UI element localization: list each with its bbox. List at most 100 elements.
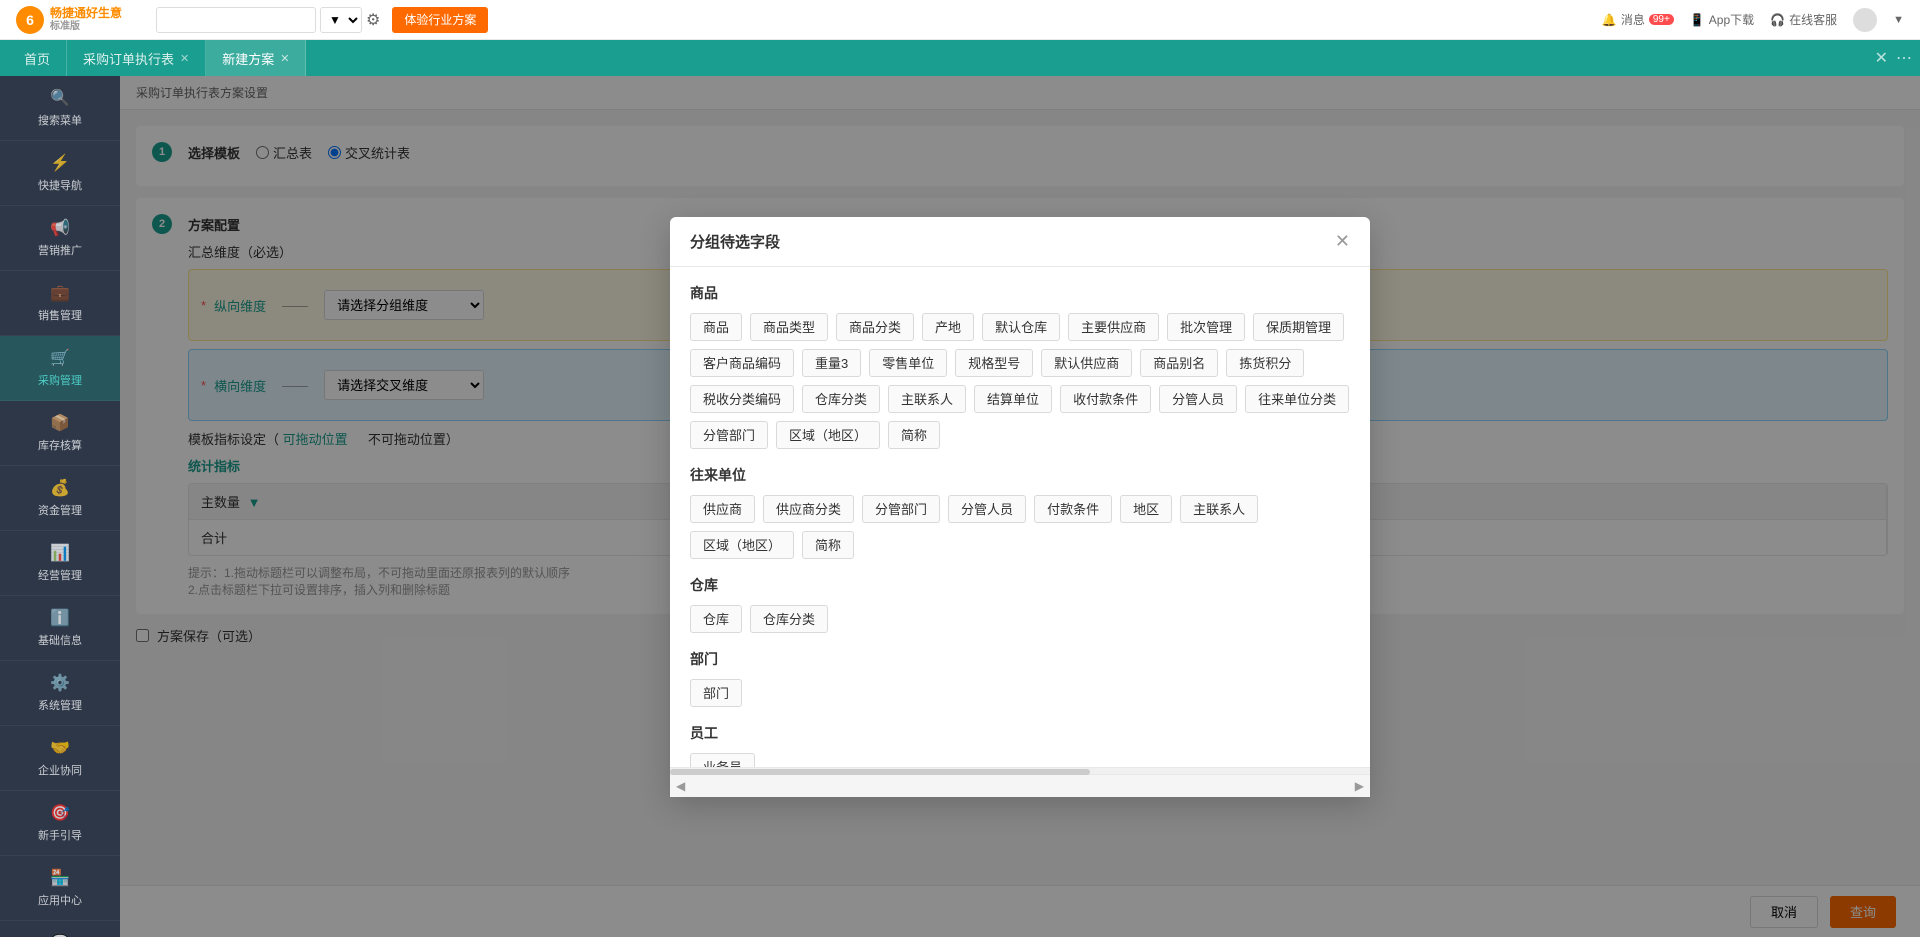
field-tag-0-12[interactable]: 默认供应商	[1041, 349, 1132, 377]
search-dropdown[interactable]: ▼	[320, 7, 362, 33]
field-group-title-0: 商品	[690, 283, 1350, 303]
field-tag-3-0[interactable]: 部门	[690, 679, 742, 707]
sidebar-label-0: 搜索菜单	[38, 112, 82, 128]
modal-body[interactable]: 商品商品商品类型商品分类产地默认仓库主要供应商批次管理保质期管理客户商品编码重量…	[670, 267, 1370, 768]
field-tag-4-0[interactable]: 业务员	[690, 753, 755, 768]
field-group-4: 员工业务员	[690, 723, 1350, 768]
field-tags-0: 商品商品类型商品分类产地默认仓库主要供应商批次管理保质期管理客户商品编码重量3 零…	[690, 313, 1350, 449]
download-icon: 📱	[1690, 13, 1705, 27]
field-tag-0-0[interactable]: 商品	[690, 313, 742, 341]
field-group-0: 商品商品商品类型商品分类产地默认仓库主要供应商批次管理保质期管理客户商品编码重量…	[690, 283, 1350, 449]
field-tag-0-6[interactable]: 批次管理	[1167, 313, 1245, 341]
field-tag-0-10[interactable]: 零售单位	[869, 349, 947, 377]
message-btn[interactable]: 🔔 消息 99+	[1602, 11, 1674, 28]
field-tag-0-2[interactable]: 商品分类	[836, 313, 914, 341]
field-tag-0-21[interactable]: 往来单位分类	[1245, 385, 1349, 413]
field-tag-0-14[interactable]: 拣货积分	[1226, 349, 1304, 377]
scroll-right-arrow[interactable]: ▶	[1355, 779, 1364, 793]
field-tag-0-17[interactable]: 主联系人	[888, 385, 966, 413]
modal-title: 分组待选字段	[690, 231, 780, 252]
field-tag-0-9[interactable]: 重量3	[802, 349, 861, 377]
field-tag-1-8[interactable]: 简称	[802, 531, 854, 559]
sidebar-icon-4: 🛒	[50, 348, 70, 368]
field-tag-1-2[interactable]: 分管部门	[862, 495, 940, 523]
field-tag-0-18[interactable]: 结算单位	[974, 385, 1052, 413]
field-tag-1-4[interactable]: 付款条件	[1034, 495, 1112, 523]
sidebar-icon-1: ⚡	[50, 153, 70, 173]
field-group-title-3: 部门	[690, 649, 1350, 669]
field-tags-3: 部门	[690, 679, 1350, 707]
tab-home[interactable]: 首页	[8, 40, 67, 76]
field-tag-1-3[interactable]: 分管人员	[948, 495, 1026, 523]
field-group-title-1: 往来单位	[690, 465, 1350, 485]
field-tag-1-5[interactable]: 地区	[1120, 495, 1172, 523]
modal-horizontal-scrollbar[interactable]	[670, 767, 1370, 773]
settings-icon[interactable]: ⚙	[366, 10, 380, 30]
sidebar-item-新手引导[interactable]: 🎯新手引导	[0, 791, 120, 856]
sidebar-item-营销推广[interactable]: 📢营销推广	[0, 206, 120, 271]
sidebar-item-资金管理[interactable]: 💰资金管理	[0, 466, 120, 531]
search-input[interactable]	[156, 7, 316, 33]
field-tag-0-4[interactable]: 默认仓库	[982, 313, 1060, 341]
sidebar-label-4: 采购管理	[38, 372, 82, 388]
field-group-title-2: 仓库	[690, 575, 1350, 595]
field-tag-0-8[interactable]: 客户商品编码	[690, 349, 794, 377]
scroll-left-arrow[interactable]: ◀	[676, 779, 685, 793]
field-tag-0-16[interactable]: 仓库分类	[802, 385, 880, 413]
sidebar-icon-13: 💬	[50, 933, 70, 937]
field-tag-0-3[interactable]: 产地	[922, 313, 974, 341]
sidebar-item-应用中心[interactable]: 🏪应用中心	[0, 856, 120, 921]
field-tag-0-15[interactable]: 税收分类编码	[690, 385, 794, 413]
app-download-btn[interactable]: 📱 App下载	[1690, 11, 1754, 28]
sidebar-item-搜索菜单[interactable]: 🔍搜索菜单	[0, 76, 120, 141]
sidebar-item-采购管理[interactable]: 🛒 采购管理	[0, 336, 120, 401]
sidebar-label-2: 营销推广	[38, 242, 82, 258]
experience-btn[interactable]: 体验行业方案	[392, 7, 488, 33]
close-tab-purchase[interactable]: ✕	[180, 52, 189, 65]
field-tag-1-1[interactable]: 供应商分类	[763, 495, 854, 523]
sidebar-item-企业微信[interactable]: 💬企业微信	[0, 921, 120, 937]
field-group-2: 仓库仓库仓库分类	[690, 575, 1350, 633]
sidebar-item-企业协同[interactable]: 🤝企业协同	[0, 726, 120, 791]
modal-close-btn[interactable]: ✕	[1335, 232, 1350, 250]
field-group-3: 部门部门	[690, 649, 1350, 707]
content-area: 采购订单执行表方案设置 1 选择模板 汇总表 交叉统计表	[120, 76, 1920, 937]
field-tag-1-6[interactable]: 主联系人	[1180, 495, 1258, 523]
field-tag-0-11[interactable]: 规格型号	[955, 349, 1033, 377]
tab-new-plan[interactable]: 新建方案 ✕	[206, 40, 306, 76]
field-tag-0-1[interactable]: 商品类型	[750, 313, 828, 341]
field-tag-0-7[interactable]: 保质期管理	[1253, 313, 1344, 341]
online-service-btn[interactable]: 🎧 在线客服	[1770, 11, 1837, 28]
top-header: 6 畅捷通好生意 标准版 ▼ ⚙ 体验行业方案 🔔 消息 99+ 📱 App下载…	[0, 0, 1920, 40]
tab-purchase-order[interactable]: 采购订单执行表 ✕	[67, 40, 206, 76]
sidebar-item-经营管理[interactable]: 📊经营管理	[0, 531, 120, 596]
sidebar-item-系统管理[interactable]: ⚙️系统管理	[0, 661, 120, 726]
field-tag-2-0[interactable]: 仓库	[690, 605, 742, 633]
field-tag-0-13[interactable]: 商品别名	[1140, 349, 1218, 377]
header-right: 🔔 消息 99+ 📱 App下载 🎧 在线客服 ▼	[1602, 8, 1904, 32]
avatar[interactable]	[1853, 8, 1877, 32]
field-tag-0-19[interactable]: 收付款条件	[1060, 385, 1151, 413]
sidebar-item-基础信息[interactable]: ℹ️基础信息	[0, 596, 120, 661]
modal-overlay: 分组待选字段 ✕ 商品商品商品类型商品分类产地默认仓库主要供应商批次管理保质期管…	[120, 76, 1920, 937]
close-tab-new-plan[interactable]: ✕	[280, 52, 289, 65]
field-tag-0-5[interactable]: 主要供应商	[1068, 313, 1159, 341]
logo-icon: 6	[16, 6, 44, 34]
field-tag-2-1[interactable]: 仓库分类	[750, 605, 828, 633]
sidebar-icon-3: 💼	[50, 283, 70, 303]
field-tag-1-7[interactable]: 区域（地区）	[690, 531, 794, 559]
sidebar-label-6: 资金管理	[38, 502, 82, 518]
sidebar-label-12: 应用中心	[38, 892, 82, 908]
field-tag-0-20[interactable]: 分管人员	[1159, 385, 1237, 413]
field-tag-1-0[interactable]: 供应商	[690, 495, 755, 523]
field-tag-0-22[interactable]: 分管部门	[690, 421, 768, 449]
message-badge: 99+	[1649, 14, 1674, 25]
sidebar-icon-5: 📦	[50, 413, 70, 433]
field-tag-0-24[interactable]: 简称	[888, 421, 940, 449]
header-search-area: ▼ ⚙ 体验行业方案	[156, 7, 488, 33]
sidebar-item-销售管理[interactable]: 💼销售管理	[0, 271, 120, 336]
sidebar-item-库存核算[interactable]: 📦库存核算	[0, 401, 120, 466]
sidebar-item-快捷导航[interactable]: ⚡快捷导航	[0, 141, 120, 206]
user-menu[interactable]: ▼	[1893, 14, 1904, 26]
field-tag-0-23[interactable]: 区域（地区）	[776, 421, 880, 449]
